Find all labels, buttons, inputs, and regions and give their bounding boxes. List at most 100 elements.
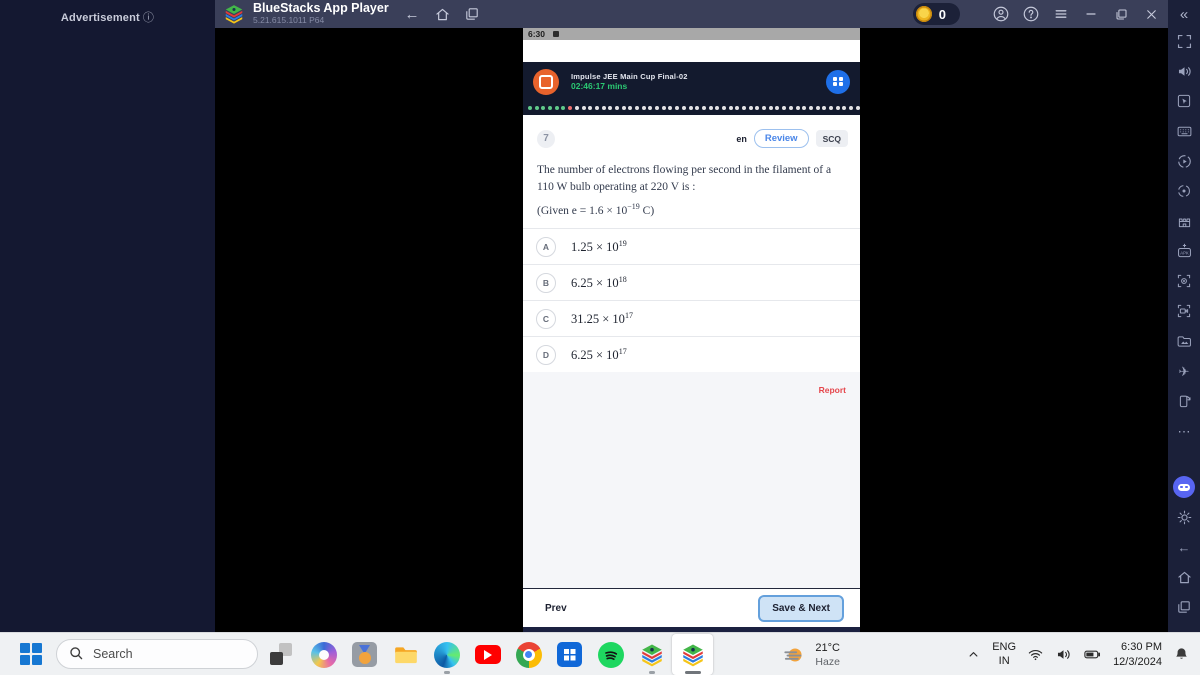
battery-icon[interactable] — [1083, 645, 1102, 664]
taskbar-app-edge[interactable] — [426, 634, 467, 675]
copilot-icon — [310, 641, 337, 668]
progress-dot — [528, 106, 532, 110]
clock[interactable]: 6:30 PM 12/3/2024 — [1113, 640, 1162, 670]
progress-dot — [835, 106, 840, 110]
progress-dot — [715, 106, 720, 110]
question-type-badge: SCQ — [815, 130, 848, 147]
weather-temp: 21°C — [815, 642, 840, 655]
taskbar-app-bluestacks-active[interactable] — [672, 634, 713, 675]
game-controls-icon[interactable] — [1168, 86, 1200, 116]
search-icon — [68, 645, 85, 662]
minimize-icon[interactable] — [1082, 5, 1100, 23]
ms-store-icon — [557, 642, 582, 667]
multi-instance-icon[interactable] — [463, 5, 481, 23]
help-icon[interactable] — [1022, 5, 1040, 23]
taskbar-app-copilot[interactable] — [303, 634, 344, 675]
option-exponent: 18 — [618, 274, 627, 284]
android-home-icon[interactable] — [1168, 562, 1200, 592]
language-label: en — [736, 133, 747, 144]
location-icon[interactable]: ✈ — [1168, 356, 1200, 386]
android-recents-icon[interactable] — [1168, 592, 1200, 622]
collapse-sidebar-icon[interactable]: « — [1180, 2, 1188, 26]
notification-bell-icon[interactable] — [1173, 646, 1190, 663]
taskbar-app-file-explorer[interactable] — [385, 634, 426, 675]
sync-icon[interactable] — [1168, 176, 1200, 206]
screenshot-icon[interactable] — [1168, 266, 1200, 296]
info-icon[interactable]: ⓘ — [143, 12, 154, 24]
media-manager-icon[interactable] — [1168, 326, 1200, 356]
taskbar-search[interactable] — [56, 639, 258, 669]
weather-condition: Haze — [815, 655, 840, 668]
option-row-a[interactable]: A 1.25 × 1019 — [523, 228, 860, 265]
progress-dot — [695, 106, 700, 110]
volume-icon[interactable] — [1168, 56, 1200, 86]
option-letter: C — [536, 308, 556, 329]
tray-chevron-up-icon[interactable] — [966, 647, 981, 662]
exam-stop-icon[interactable] — [533, 68, 559, 95]
menu-icon[interactable] — [1052, 5, 1070, 23]
taskbar-app-medal[interactable] — [344, 634, 385, 675]
given-prefix: (Given e = 1.6 × 10 — [537, 204, 628, 217]
back-icon[interactable]: ← — [403, 5, 421, 23]
question-palette-icon[interactable] — [826, 69, 850, 94]
prev-button[interactable]: Prev — [539, 602, 573, 615]
rotate-icon[interactable] — [1168, 386, 1200, 416]
option-value: 6.25 × 1018 — [571, 275, 627, 291]
android-status-bar: 6:30 — [523, 28, 860, 40]
android-back-icon[interactable]: ← — [1168, 532, 1200, 562]
progress-dot — [795, 106, 800, 110]
save-next-button[interactable]: Save & Next — [758, 594, 844, 622]
svg-text:APK: APK — [1180, 250, 1189, 255]
macro-recorder-icon[interactable] — [1168, 146, 1200, 176]
search-input[interactable] — [56, 639, 258, 669]
farm-mode-icon[interactable] — [1168, 206, 1200, 236]
close-icon[interactable] — [1142, 5, 1160, 23]
keyboard-controls-icon[interactable] — [1168, 116, 1200, 146]
progress-dot — [541, 106, 546, 110]
wifi-icon[interactable] — [1027, 646, 1044, 663]
progress-dot — [788, 106, 793, 110]
discord-icon[interactable] — [1168, 472, 1200, 502]
taskbar-app-youtube[interactable] — [467, 634, 508, 675]
progress-dot — [701, 106, 706, 110]
option-row-d[interactable]: D 6.25 × 1017 — [523, 336, 860, 373]
advertisement-text: Advertisement — [60, 12, 140, 24]
install-apk-icon[interactable]: APK — [1168, 236, 1200, 266]
taskbar-weather[interactable]: 21°C Haze — [781, 633, 840, 675]
question-text: The number of electrons flowing per seco… — [537, 164, 832, 194]
review-button[interactable]: Review — [753, 129, 809, 148]
progress-dot — [574, 106, 579, 110]
report-link[interactable]: Report — [819, 385, 846, 395]
speaker-icon[interactable] — [1055, 646, 1072, 663]
bluestacks-logo-icon — [223, 3, 245, 25]
screen-recorder-icon[interactable] — [1168, 296, 1200, 326]
progress-dot — [548, 106, 553, 110]
task-view-icon[interactable] — [270, 643, 292, 665]
taskbar-app-ms-store[interactable] — [549, 634, 590, 675]
progress-dot — [822, 106, 827, 110]
progress-dot — [561, 106, 566, 110]
more-tools-icon[interactable]: ⋯ — [1168, 416, 1200, 446]
progress-dot — [768, 106, 773, 110]
medal-app-icon — [352, 642, 377, 667]
android-screen: 6:30 Impulse JEE Main Cup Final-02 02:46… — [523, 28, 860, 632]
account-icon[interactable] — [992, 5, 1010, 23]
restore-icon[interactable] — [1112, 5, 1130, 23]
settings-gear-icon[interactable] — [1168, 502, 1200, 532]
taskbar-app-chrome[interactable] — [508, 634, 549, 675]
option-row-b[interactable]: B 6.25 × 1018 — [523, 264, 860, 301]
option-row-c[interactable]: C 31.25 × 1017 — [523, 300, 860, 337]
question-footer: Prev Save & Next — [523, 588, 860, 627]
language-indicator[interactable]: ENG IN — [992, 641, 1016, 669]
coin-counter[interactable]: 0 — [912, 3, 960, 25]
taskbar-app-spotify[interactable] — [590, 634, 631, 675]
file-explorer-icon — [394, 646, 417, 663]
home-icon[interactable] — [433, 5, 451, 23]
toolbar-sidebar: « APK ✈ ⋯ ← — [1168, 0, 1200, 632]
progress-dot — [855, 106, 860, 110]
progress-dot — [554, 106, 559, 110]
fullscreen-icon[interactable] — [1168, 26, 1200, 56]
taskbar-app-bluestacks[interactable] — [631, 634, 672, 675]
start-button[interactable] — [20, 643, 43, 666]
given-exponent: −19 — [627, 201, 640, 211]
